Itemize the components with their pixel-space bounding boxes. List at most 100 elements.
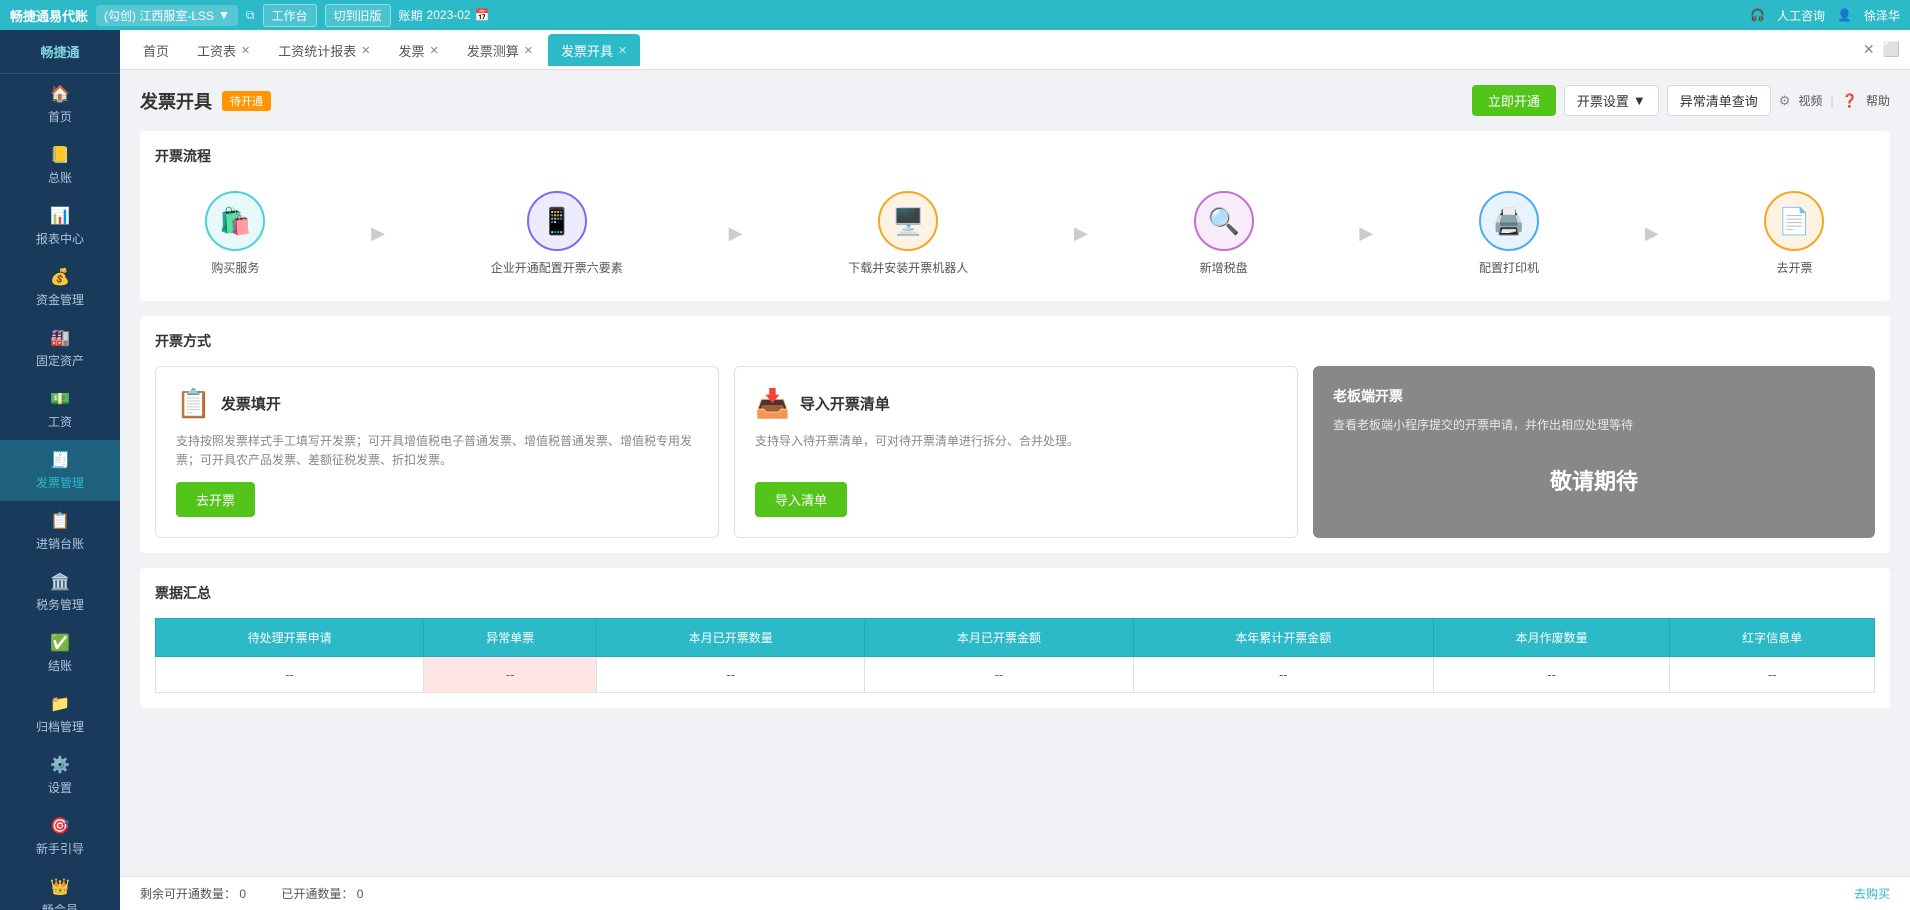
calendar-icon: 📅	[475, 8, 490, 22]
flow-step-label-add-tax: 新增税盘	[1200, 259, 1248, 276]
flow-step-add-tax[interactable]: 🔍 新增税盘	[1194, 191, 1254, 276]
open-settings-label: 开票设置	[1577, 91, 1629, 110]
flow-step-config-enterprise[interactable]: 📱 企业开通配置开票六要素	[491, 191, 623, 276]
tab-close-salary-table[interactable]: ✕	[241, 44, 250, 57]
flow-arrow-3: ▶	[1359, 223, 1373, 244]
sidebar-item-purchase[interactable]: 📋进销台账	[0, 501, 120, 562]
import-invoice-title: 导入开票清单	[800, 393, 890, 414]
tab-home[interactable]: 首页	[130, 34, 182, 66]
workspace-button[interactable]: 工作台	[263, 4, 317, 27]
chevron-down-icon: ▼	[218, 8, 230, 22]
tab-close-invoice-calc[interactable]: ✕	[524, 44, 533, 57]
customer-service-label[interactable]: 人工咨询	[1777, 7, 1825, 24]
tab-label-invoice-tool: 发票开具	[561, 41, 613, 60]
summary-cell-1: --	[424, 657, 597, 693]
switch-old-button[interactable]: 切到旧版	[325, 4, 391, 27]
sidebar-label-settings: 设置	[48, 779, 72, 796]
summary-col-header: 本年累计开票金额	[1133, 619, 1433, 657]
period-selector[interactable]: 账期 2023-02 📅	[399, 7, 490, 24]
sidebar-item-settings[interactable]: ⚙️设置	[0, 745, 120, 806]
sidebar-item-salary[interactable]: 💵工资	[0, 379, 120, 440]
invoice-icon: 🧾	[50, 450, 70, 470]
flow-arrow-4: ▶	[1645, 223, 1659, 244]
flow-step-icon-download-robot: 🖥️	[878, 191, 938, 251]
method-card-import: 📥 导入开票清单 支持导入待开票清单，可对待开票清单进行拆分、合并处理。 导入清…	[734, 366, 1298, 538]
reports-icon: 📊	[50, 206, 70, 226]
flow-step-label-open-invoice: 去开票	[1776, 259, 1812, 276]
sidebar-item-closing[interactable]: ✅结账	[0, 623, 120, 684]
summary-cell-2: --	[597, 657, 865, 693]
abnormal-query-button[interactable]: 异常清单查询	[1667, 85, 1771, 116]
sidebar-item-archive[interactable]: 📁归档管理	[0, 684, 120, 745]
user-name[interactable]: 徐泽华	[1864, 7, 1900, 24]
restore-window-icon[interactable]: ⬜	[1883, 41, 1900, 58]
method-card-boss: 老板端开票 查看老板端小程序提交的开票申请，并作出相应处理等待 敬请期待	[1313, 366, 1875, 538]
sidebar-label-home: 首页	[48, 108, 72, 125]
sidebar-item-assets[interactable]: 🏭固定资产	[0, 318, 120, 379]
help-icon[interactable]: ❓	[1842, 93, 1858, 109]
summary-col-header: 本月作废数量	[1433, 619, 1669, 657]
company-name: (勾创) 江西服室-LSS	[104, 7, 214, 24]
tab-close-salary-report[interactable]: ✕	[361, 44, 370, 57]
page-header: 发票开具 待开通 立即开通 开票设置 ▼ 异常清单查询 ⚙ 视频 | ❓ 帮助	[140, 85, 1890, 116]
summary-col-header: 本月已开票数量	[597, 619, 865, 657]
flow-arrow-1: ▶	[729, 223, 743, 244]
status-badge: 待开通	[222, 91, 271, 111]
divider: |	[1830, 93, 1833, 108]
boss-card-title: 老板端开票	[1333, 386, 1855, 406]
immediate-open-button[interactable]: 立即开通	[1472, 85, 1556, 116]
sidebar-item-home[interactable]: 🏠首页	[0, 74, 120, 135]
sidebar-label-guide: 新手引导	[36, 840, 84, 857]
go-open-invoice-button[interactable]: 去开票	[176, 482, 255, 517]
tab-invoice-calc[interactable]: 发票测算 ✕	[454, 34, 546, 66]
sidebar-item-capital[interactable]: 💰资金管理	[0, 257, 120, 318]
tab-label-invoice-calc: 发票测算	[467, 41, 519, 60]
sidebar-label-archive: 归档管理	[36, 718, 84, 735]
method-section: 开票方式 📋 发票填开 支持按照发票样式手工填写开发票；可开具增值税电子普通发票…	[140, 316, 1890, 553]
sidebar-item-ledger[interactable]: 📒总账	[0, 135, 120, 196]
copy-icon[interactable]: ⧉	[246, 8, 255, 23]
flow-arrow-2: ▶	[1074, 223, 1088, 244]
tab-close-invoice-tool[interactable]: ✕	[618, 44, 627, 57]
sidebar-item-tax[interactable]: 🏛️税务管理	[0, 562, 120, 623]
tab-invoice-tool[interactable]: 发票开具 ✕	[548, 34, 640, 66]
period-value: 2023-02	[427, 8, 471, 22]
view-label[interactable]: 视频	[1798, 92, 1822, 109]
boss-card-desc: 查看老板端小程序提交的开票申请，并作出相应处理等待	[1333, 416, 1855, 434]
sidebar-item-member[interactable]: 👑畅会员	[0, 867, 120, 910]
salary-icon: 💵	[50, 389, 70, 409]
sidebar-item-invoice[interactable]: 🧾发票管理	[0, 440, 120, 501]
tab-salary-report[interactable]: 工资统计报表✕	[265, 34, 383, 66]
help-label[interactable]: 帮助	[1866, 92, 1890, 109]
tab-invoice[interactable]: 发票✕	[385, 34, 451, 66]
sidebar-logo: 畅捷通	[0, 30, 120, 74]
tab-salary-table[interactable]: 工资表✕	[184, 34, 263, 66]
summary-section-title: 票据汇总	[155, 583, 1875, 603]
customer-service-icon: 🎧	[1750, 8, 1765, 22]
sidebar-label-assets: 固定资产	[36, 352, 84, 369]
flow-step-buy-service[interactable]: 🛍️ 购买服务	[205, 191, 265, 276]
company-selector[interactable]: (勾创) 江西服室-LSS ▼	[96, 5, 238, 26]
settings-icon[interactable]: ⚙	[1779, 93, 1791, 109]
sidebar-item-reports[interactable]: 📊报表中心	[0, 196, 120, 257]
sidebar-item-guide[interactable]: 🎯新手引导	[0, 806, 120, 867]
sidebar: 畅捷通 🏠首页📒总账📊报表中心💰资金管理🏭固定资产💵工资🧾发票管理📋进销台账🏛️…	[0, 30, 120, 910]
import-list-button[interactable]: 导入清单	[755, 482, 847, 517]
flow-step-config-printer[interactable]: 🖨️ 配置打印机	[1479, 191, 1539, 276]
buy-link[interactable]: 去购买	[1854, 887, 1890, 901]
flow-step-icon-config-printer: 🖨️	[1479, 191, 1539, 251]
method-card-import-header: 📥 导入开票清单	[755, 387, 1277, 420]
open-settings-button[interactable]: 开票设置 ▼	[1564, 85, 1659, 116]
page-title-row: 发票开具 待开通	[140, 88, 271, 114]
capital-icon: 💰	[50, 267, 70, 287]
flow-step-download-robot[interactable]: 🖥️ 下载并安装开票机器人	[848, 191, 968, 276]
tab-close-invoice[interactable]: ✕	[430, 44, 439, 57]
opened-label: 已开通数量：	[281, 887, 353, 901]
import-invoice-icon: 📥	[755, 387, 790, 420]
summary-cell-3: --	[865, 657, 1133, 693]
chevron-down-icon: ▼	[1633, 93, 1646, 108]
page-content: 发票开具 待开通 立即开通 开票设置 ▼ 异常清单查询 ⚙ 视频 | ❓ 帮助	[120, 70, 1910, 876]
close-window-icon[interactable]: ✕	[1863, 41, 1875, 58]
summary-cell-4: --	[1133, 657, 1433, 693]
flow-step-open-invoice[interactable]: 📄 去开票	[1764, 191, 1824, 276]
